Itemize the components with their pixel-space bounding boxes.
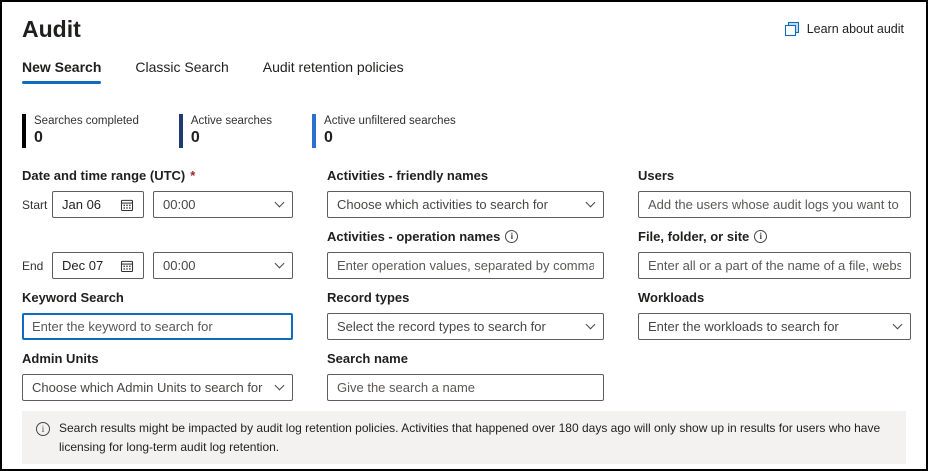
search-stats: Searches completed 0 Active searches 0 A… xyxy=(22,114,906,148)
empty-cell xyxy=(638,345,911,401)
book-icon xyxy=(784,21,800,37)
end-date-value: Dec 07 xyxy=(62,258,104,273)
file-folder-site-input[interactable] xyxy=(638,252,911,279)
end-date-row: End Dec 07 00:00 xyxy=(22,252,293,279)
chevron-down-icon xyxy=(585,197,596,208)
end-date-picker[interactable]: Dec 07 xyxy=(52,252,144,279)
date-range-label-text: Date and time range (UTC) xyxy=(22,168,186,183)
field-keyword-search: Keyword Search xyxy=(22,284,293,340)
tab-classic-search[interactable]: Classic Search xyxy=(135,59,228,84)
required-asterisk: * xyxy=(190,168,196,183)
info-icon[interactable] xyxy=(505,230,519,243)
admin-units-label: Admin Units xyxy=(22,351,99,366)
end-time-value: 00:00 xyxy=(163,258,196,273)
stat-color-bar xyxy=(178,114,183,148)
file-folder-site-label-text: File, folder, or site xyxy=(638,229,750,244)
start-date-value: Jan 06 xyxy=(62,197,102,212)
field-activities-friendly-names: Activities - friendly names Choose which… xyxy=(327,162,604,218)
record-types-dropdown[interactable]: Select the record types to search for xyxy=(327,313,604,340)
chevron-down-icon xyxy=(274,197,285,208)
activities-friendly-label: Activities - friendly names xyxy=(327,168,489,183)
stat-value: 0 xyxy=(324,129,333,146)
field-users: Users xyxy=(638,162,911,218)
page-title: Audit xyxy=(22,16,81,42)
workloads-label: Workloads xyxy=(638,290,705,305)
activities-operation-input[interactable] xyxy=(327,252,604,279)
tab-audit-retention-policies[interactable]: Audit retention policies xyxy=(263,59,404,84)
field-file-folder-site: File, folder, or site xyxy=(638,223,911,279)
page-header: Audit Learn about audit xyxy=(2,2,926,44)
workloads-placeholder: Enter the workloads to search for xyxy=(648,319,839,334)
workloads-dropdown[interactable]: Enter the workloads to search for xyxy=(638,313,911,340)
tab-new-search[interactable]: New Search xyxy=(22,59,102,84)
search-name-input[interactable] xyxy=(327,374,604,401)
keyword-search-label: Keyword Search xyxy=(22,290,124,305)
chevron-down-icon xyxy=(274,380,285,391)
search-name-label: Search name xyxy=(327,351,408,366)
stat-searches-completed: Searches completed 0 xyxy=(22,114,139,148)
activities-friendly-dropdown[interactable]: Choose which activities to search for xyxy=(327,191,604,218)
tab-bar: New Search Classic Search Audit retentio… xyxy=(2,59,926,84)
learn-link-label: Learn about audit xyxy=(806,22,904,36)
stat-label: Active searches xyxy=(190,115,273,127)
date-range-label: Date and time range (UTC) * xyxy=(22,168,293,183)
record-types-label: Record types xyxy=(327,290,410,305)
start-time-dropdown[interactable]: 00:00 xyxy=(153,191,293,218)
banner-text: Search results might be impacted by audi… xyxy=(59,421,881,454)
audit-page: Audit Learn about audit New Search Class… xyxy=(0,0,928,471)
stat-label: Active unfiltered searches xyxy=(324,115,456,127)
record-types-placeholder: Select the record types to search for xyxy=(337,319,546,334)
stat-active-searches: Active searches 0 xyxy=(178,114,273,148)
info-icon xyxy=(36,422,50,436)
field-admin-units: Admin Units Choose which Admin Units to … xyxy=(22,345,293,401)
admin-units-dropdown[interactable]: Choose which Admin Units to search for xyxy=(22,374,293,401)
start-date-picker[interactable]: Jan 06 xyxy=(52,191,144,218)
stat-value: 0 xyxy=(34,129,43,146)
chevron-down-icon xyxy=(585,319,596,330)
learn-about-audit-link[interactable]: Learn about audit xyxy=(784,21,904,37)
info-banner: Search results might be impacted by audi… xyxy=(22,411,906,465)
start-label: Start xyxy=(22,197,48,212)
file-folder-site-label: File, folder, or site xyxy=(638,229,911,244)
keyword-search-input[interactable] xyxy=(22,313,293,340)
activities-operation-label-text: Activities - operation names xyxy=(327,229,501,244)
stat-label: Searches completed xyxy=(34,115,139,127)
field-end-date: End Dec 07 00:00 xyxy=(22,223,293,279)
field-date-time-range: Date and time range (UTC) * Start Jan 06 xyxy=(22,162,293,218)
users-input[interactable] xyxy=(638,191,911,218)
field-activities-operation-names: Activities - operation names xyxy=(327,223,604,279)
field-search-name: Search name xyxy=(327,345,604,401)
end-label: End xyxy=(22,258,44,273)
activities-friendly-placeholder: Choose which activities to search for xyxy=(337,197,548,212)
start-time-value: 00:00 xyxy=(163,197,196,212)
calendar-icon xyxy=(120,259,134,273)
stat-value: 0 xyxy=(190,129,200,146)
calendar-icon xyxy=(120,198,134,212)
chevron-down-icon xyxy=(274,258,285,269)
start-date-row: Start Jan 06 00:00 xyxy=(22,191,293,218)
stat-color-bar xyxy=(22,114,26,148)
users-label: Users xyxy=(638,168,675,183)
stat-active-unfiltered-searches: Active unfiltered searches 0 xyxy=(312,114,456,148)
field-record-types: Record types Select the record types to … xyxy=(327,284,604,340)
admin-units-placeholder: Choose which Admin Units to search for xyxy=(32,380,263,395)
chevron-down-icon xyxy=(892,319,903,330)
field-workloads: Workloads Enter the workloads to search … xyxy=(638,284,911,340)
activities-operation-label: Activities - operation names xyxy=(327,229,604,244)
search-form: Date and time range (UTC) * Start Jan 06 xyxy=(2,148,926,401)
stat-color-bar xyxy=(312,114,317,148)
info-icon[interactable] xyxy=(754,230,768,243)
end-time-dropdown[interactable]: 00:00 xyxy=(153,252,293,279)
